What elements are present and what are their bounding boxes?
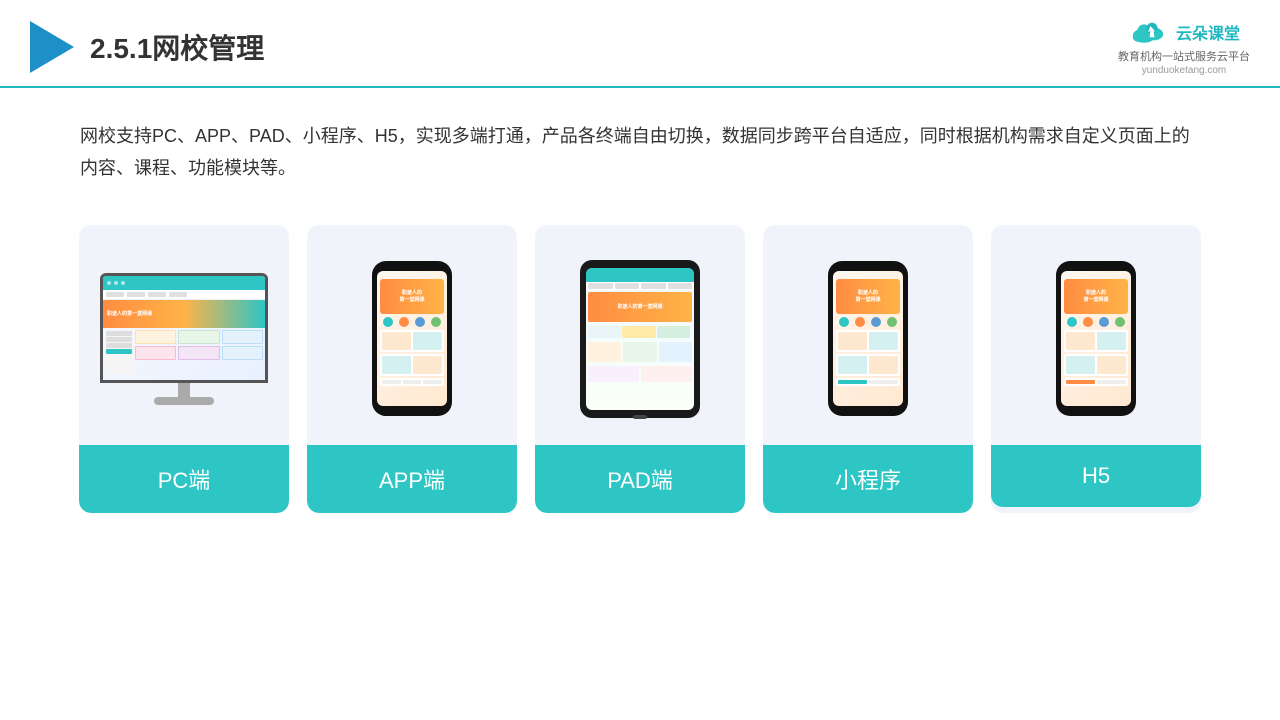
phone-app-screen: 职途人的第一堂网课 — [377, 271, 447, 406]
card-pad: 职途人的第一堂网课 — [535, 225, 745, 513]
monitor-neck — [178, 383, 190, 397]
brand-tagline: 教育机构一站式服务云平台 — [1118, 48, 1250, 64]
tablet-screen: 职途人的第一堂网课 — [586, 268, 694, 410]
monitor-base — [154, 397, 214, 405]
card-pc-label: PC端 — [79, 445, 289, 513]
card-app-label: APP端 — [307, 445, 517, 513]
page-title: 2.5.1网校管理 — [90, 27, 264, 67]
card-h5-label: H5 — [991, 445, 1201, 507]
phone-h5-device: 职途人的第一堂网课 — [1056, 261, 1136, 416]
card-pad-label: PAD端 — [535, 445, 745, 513]
brand-area: 云朵课堂 教育机构一站式服务云平台 yunduoketang.com — [1118, 18, 1250, 76]
phone-mini-device: 职途人的第一堂网课 — [828, 261, 908, 416]
monitor-device: 职途人的第一堂网课 — [100, 273, 268, 405]
card-app: 职途人的第一堂网课 — [307, 225, 517, 513]
brand-name: 云朵课堂 — [1176, 20, 1240, 44]
tablet-home-button — [633, 415, 647, 419]
header-left: 2.5.1网校管理 — [30, 21, 264, 73]
brand-logo: 云朵课堂 — [1128, 18, 1240, 46]
card-miniprogram-image: 职途人的第一堂网课 — [763, 225, 973, 445]
phone-h5-notch — [1085, 264, 1107, 269]
cloud-icon — [1128, 18, 1168, 46]
brand-url: yunduoketang.com — [1142, 65, 1227, 76]
page-header: 2.5.1网校管理 云朵课堂 教育机构一站式服务云平台 yunduoketang… — [0, 0, 1280, 88]
card-miniprogram: 职途人的第一堂网课 — [763, 225, 973, 513]
description-text: 网校支持PC、APP、PAD、小程序、H5，实现多端打通，产品各终端自由切换，数… — [0, 88, 1280, 205]
card-pad-image: 职途人的第一堂网课 — [535, 225, 745, 445]
phone-notch — [401, 264, 423, 269]
card-h5-image: 职途人的第一堂网课 — [991, 225, 1201, 445]
phone-mini-notch — [857, 264, 879, 269]
cards-container: 职途人的第一堂网课 — [0, 205, 1280, 533]
phone-app-device: 职途人的第一堂网课 — [372, 261, 452, 416]
card-pc: 职途人的第一堂网课 — [79, 225, 289, 513]
card-pc-image: 职途人的第一堂网课 — [79, 225, 289, 445]
tablet-device: 职途人的第一堂网课 — [580, 260, 700, 418]
card-miniprogram-label: 小程序 — [763, 445, 973, 513]
card-h5: 职途人的第一堂网课 — [991, 225, 1201, 513]
phone-mini-screen: 职途人的第一堂网课 — [833, 271, 903, 406]
phone-h5-screen: 职途人的第一堂网课 — [1061, 271, 1131, 406]
monitor-screen: 职途人的第一堂网课 — [100, 273, 268, 383]
card-app-image: 职途人的第一堂网课 — [307, 225, 517, 445]
logo-triangle-icon — [30, 21, 74, 73]
monitor-screen-inner: 职途人的第一堂网课 — [103, 276, 265, 380]
